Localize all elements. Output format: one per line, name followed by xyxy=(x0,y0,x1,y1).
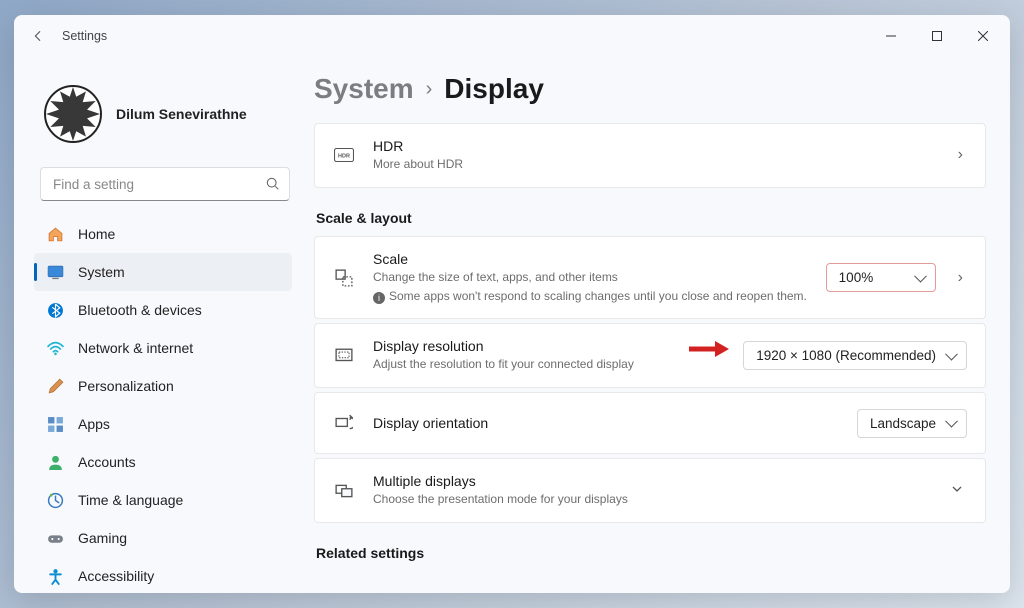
nav-label: Accounts xyxy=(78,454,136,470)
back-button[interactable] xyxy=(18,16,58,56)
resolution-title: Display resolution xyxy=(373,338,725,354)
multiple-title: Multiple displays xyxy=(373,473,929,489)
orientation-dropdown[interactable]: Landscape xyxy=(857,409,967,438)
orientation-card[interactable]: Display orientation Landscape xyxy=(314,392,986,454)
info-icon: i xyxy=(373,292,385,304)
resolution-card[interactable]: Display resolution Adjust the resolution… xyxy=(314,323,986,388)
scale-title: Scale xyxy=(373,251,808,267)
scale-sub1: Change the size of text, apps, and other… xyxy=(373,269,808,286)
breadcrumb-parent[interactable]: System xyxy=(314,73,414,105)
svg-text:HDR: HDR xyxy=(338,154,350,160)
minimize-button[interactable] xyxy=(868,20,914,52)
minimize-icon xyxy=(886,31,896,41)
nav-personalization[interactable]: Personalization xyxy=(34,367,292,405)
nav-apps[interactable]: Apps xyxy=(34,405,292,443)
nav-home[interactable]: Home xyxy=(34,215,292,253)
nav-network[interactable]: Network & internet xyxy=(34,329,292,367)
account-icon xyxy=(46,453,64,471)
close-icon xyxy=(978,31,988,41)
hdr-sub: More about HDR xyxy=(373,156,936,173)
orientation-title: Display orientation xyxy=(373,415,839,431)
system-icon xyxy=(46,263,64,281)
section-related: Related settings xyxy=(316,545,986,561)
nav-label: Bluetooth & devices xyxy=(78,302,202,318)
multiple-sub: Choose the presentation mode for your di… xyxy=(373,491,929,508)
brush-icon xyxy=(46,377,64,395)
main-content[interactable]: System › Display HDR HDR More about HDR … xyxy=(306,57,1010,593)
scale-icon xyxy=(333,269,355,287)
gaming-icon xyxy=(46,529,64,547)
chevron-right-icon: › xyxy=(426,78,433,101)
avatar xyxy=(44,85,102,143)
nav-list: Home System Bluetooth & devices Network … xyxy=(34,215,296,593)
hdr-icon: HDR xyxy=(333,148,355,162)
nav-label: Time & language xyxy=(78,492,183,508)
wifi-icon xyxy=(46,339,64,357)
settings-window: Settings Dilum Senevirathne Home xyxy=(14,15,1010,593)
scale-dropdown[interactable]: 100% xyxy=(826,263,936,292)
bluetooth-icon xyxy=(46,301,64,319)
section-scale-layout: Scale & layout xyxy=(316,210,986,226)
window-controls xyxy=(868,20,1006,52)
resolution-icon xyxy=(333,347,355,365)
sidebar: Dilum Senevirathne Home System Bluetooth… xyxy=(14,57,306,593)
search-input[interactable] xyxy=(40,167,290,201)
home-icon xyxy=(46,225,64,243)
hdr-card[interactable]: HDR HDR More about HDR › xyxy=(314,123,986,188)
arrow-left-icon xyxy=(31,29,45,43)
nav-label: Apps xyxy=(78,416,110,432)
clock-icon xyxy=(46,491,64,509)
user-profile[interactable]: Dilum Senevirathne xyxy=(34,57,296,161)
nav-label: Gaming xyxy=(78,530,127,546)
scale-card[interactable]: Scale Change the size of text, apps, and… xyxy=(314,236,986,320)
nav-time[interactable]: Time & language xyxy=(34,481,292,519)
page-title: Display xyxy=(444,73,544,105)
apps-icon xyxy=(46,415,64,433)
nav-gaming[interactable]: Gaming xyxy=(34,519,292,557)
resolution-sub: Adjust the resolution to fit your connec… xyxy=(373,356,725,373)
maximize-icon xyxy=(932,31,942,41)
nav-bluetooth[interactable]: Bluetooth & devices xyxy=(34,291,292,329)
nav-label: Personalization xyxy=(78,378,174,394)
chevron-right-icon: › xyxy=(954,146,967,164)
nav-accessibility[interactable]: Accessibility xyxy=(34,557,292,593)
hdr-title: HDR xyxy=(373,138,936,154)
resolution-dropdown[interactable]: 1920 × 1080 (Recommended) xyxy=(743,341,967,370)
search-icon xyxy=(266,177,280,191)
multiple-displays-icon xyxy=(333,482,355,500)
chevron-right-icon: › xyxy=(954,269,967,287)
accessibility-icon xyxy=(46,567,64,585)
nav-label: System xyxy=(78,264,125,280)
breadcrumb: System › Display xyxy=(314,73,986,105)
search-wrap xyxy=(40,167,290,201)
maximize-button[interactable] xyxy=(914,20,960,52)
nav-accounts[interactable]: Accounts xyxy=(34,443,292,481)
nav-label: Home xyxy=(78,226,115,242)
close-button[interactable] xyxy=(960,20,1006,52)
scale-sub2: iSome apps won't respond to scaling chan… xyxy=(373,288,808,305)
user-name: Dilum Senevirathne xyxy=(116,106,247,122)
orientation-icon xyxy=(333,414,355,432)
multiple-displays-card[interactable]: Multiple displays Choose the presentatio… xyxy=(314,458,986,523)
titlebar: Settings xyxy=(14,15,1010,57)
nav-label: Accessibility xyxy=(78,568,154,584)
nav-label: Network & internet xyxy=(78,340,193,356)
chevron-down-icon xyxy=(947,482,967,500)
window-title: Settings xyxy=(62,29,107,43)
nav-system[interactable]: System xyxy=(34,253,292,291)
app-body: Dilum Senevirathne Home System Bluetooth… xyxy=(14,57,1010,593)
